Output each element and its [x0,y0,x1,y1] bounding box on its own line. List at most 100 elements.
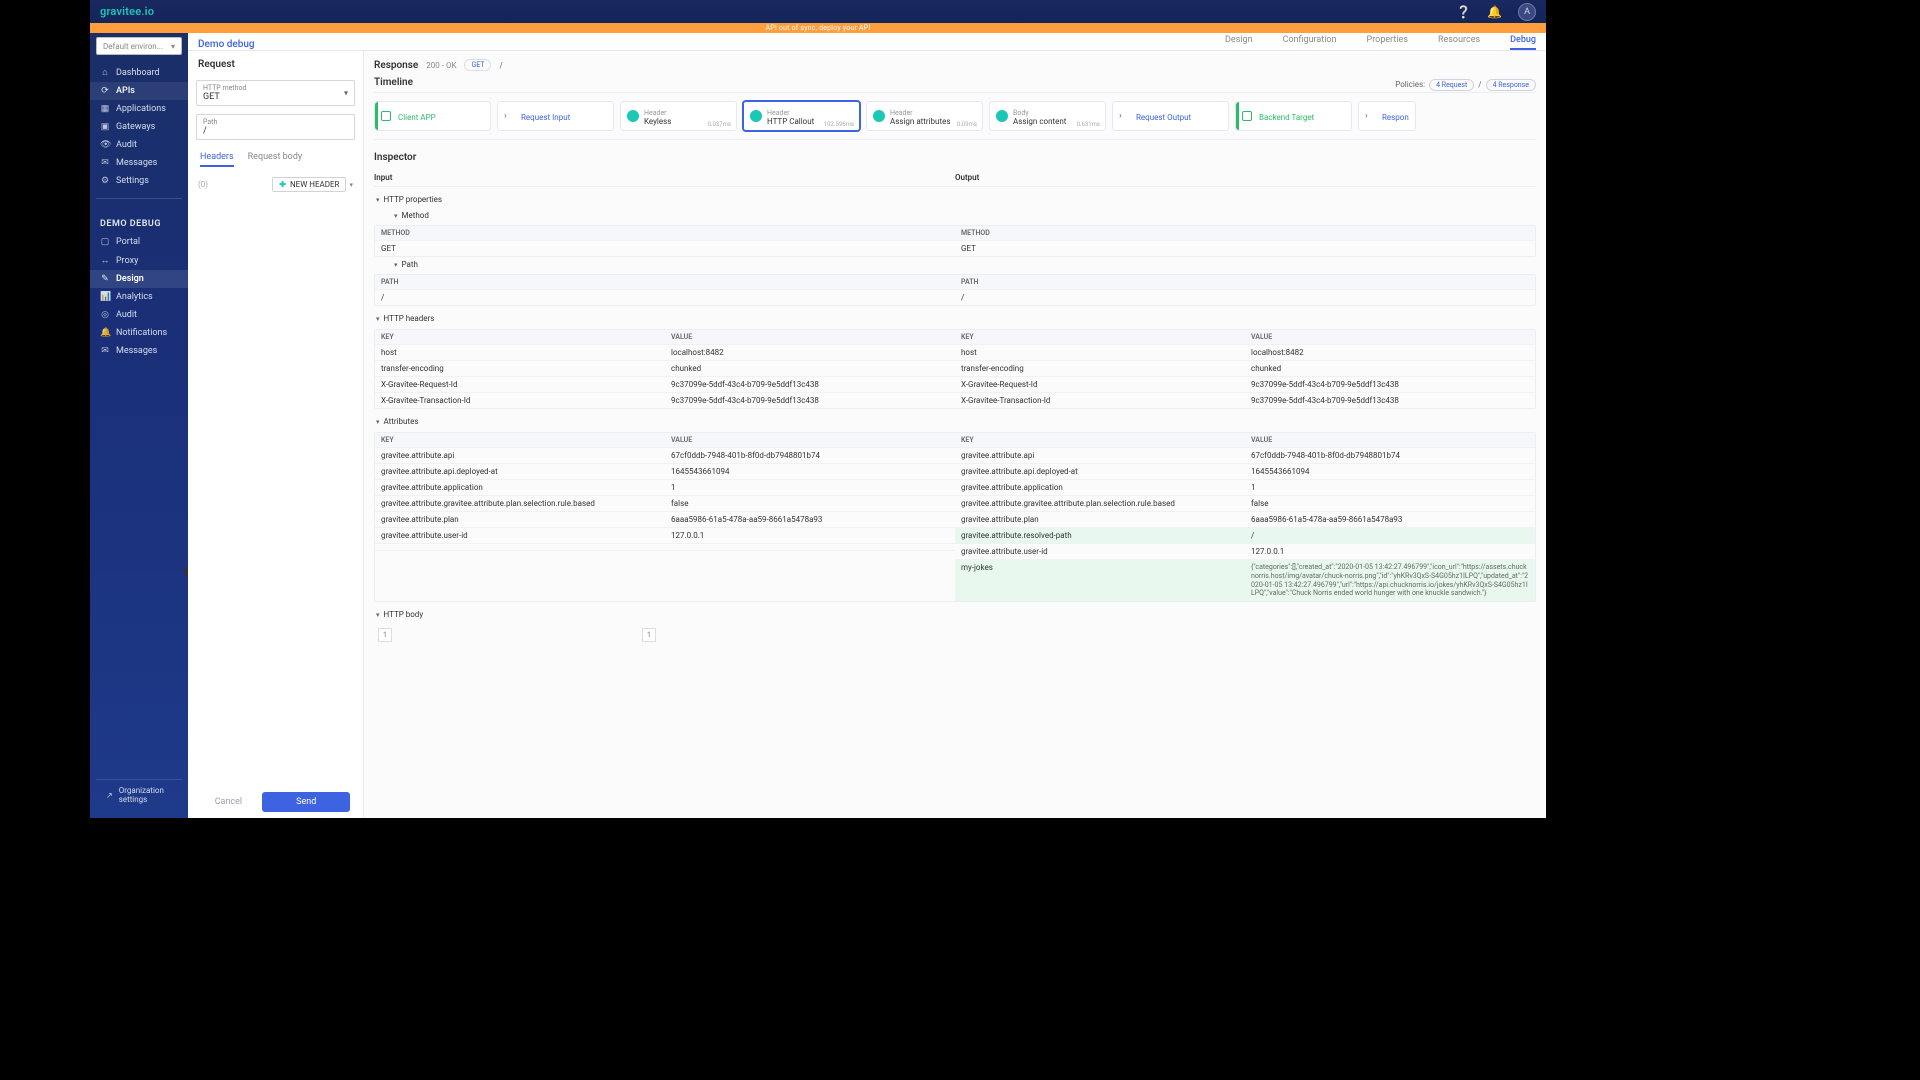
group-attributes[interactable]: Attributes [374,413,1536,430]
env-selector[interactable]: Default environ...▾ [96,37,182,55]
table-row: gravitee.attribute.api.deployed-at164554… [375,463,955,479]
organization-settings[interactable]: ↗Organization settings [96,779,182,810]
tab-debug[interactable]: Debug [1510,35,1536,50]
sidebar-section-label: DEMO DEBUG [90,207,188,233]
design-icon: ✎ [100,274,110,284]
policies-response-chip[interactable]: 4 Response [1486,79,1536,91]
sync-banner[interactable]: API out of sync, deploy your API [90,23,1546,33]
table-row: gravitee.attribute.resolved-path/ [955,527,1535,543]
send-button[interactable]: Send [262,792,350,812]
policies-summary: Policies: 4 Request / 4 Response [1395,79,1536,91]
table-row [375,550,955,557]
env-selector-label: Default environ... [103,42,163,51]
policy-dot-icon [996,110,1008,122]
sidebar-item-analytics[interactable]: 📊Analytics [90,288,188,306]
group-http-headers[interactable]: HTTP headers [374,310,1536,327]
sidebar-item-messages[interactable]: ✉Messages [90,154,188,172]
timeline-card[interactable]: ›Respon [1358,101,1416,131]
sidebar-item-dashboard[interactable]: ⌂Dashboard [90,63,188,82]
group-http-properties[interactable]: HTTP properties [374,191,1536,208]
sidebar-item-notifications[interactable]: 🔔Notifications [90,324,188,342]
message-icon: ✉ [100,346,110,356]
policy-dot-icon [750,110,762,122]
analytics-icon: 📊 [100,292,110,302]
timeline-card[interactable]: BodyAssign content0.631ms [989,101,1106,131]
path-input-value: / [375,290,955,305]
launch-icon: ↗ [106,791,113,800]
sidebar-item-proxy[interactable]: ↔Proxy [90,251,188,270]
sidebar-item-settings[interactable]: ⚙Settings [90,172,188,190]
bell-icon: 🔔 [100,328,110,338]
sidebar-item-audit2[interactable]: ◎Audit [90,306,188,324]
sidebar-item-gateways[interactable]: ▣Gateways [90,118,188,136]
brand-logo: gravitee.io [100,5,154,18]
tab-properties[interactable]: Properties [1367,35,1408,50]
timeline-card[interactable]: Backend Target [1235,101,1352,131]
timeline-card[interactable]: ›Request Input [497,101,614,131]
timeline-card[interactable]: ›Request Output [1112,101,1229,131]
table-row [375,543,955,550]
http-method-select[interactable]: HTTP method GET ▾ [196,80,355,106]
timeline-card[interactable]: Client APP [374,101,491,131]
timeline-card[interactable]: HeaderAssign attributes0.09ms [866,101,983,131]
table-row: hostlocalhost:8482 [955,344,1535,360]
sidebar-item-audit[interactable]: 👁Audit [90,136,188,154]
bell-icon[interactable]: 🔔 [1487,5,1502,19]
square-icon [1242,111,1252,121]
chevron-right-icon: › [504,111,507,121]
timeline-card[interactable]: HeaderKeyless0.037ms [620,101,737,131]
tab-resources[interactable]: Resources [1438,35,1480,50]
subtab-headers[interactable]: Headers [200,152,234,167]
table-row: X-Gravitee-Request-Id9c37099e-5ddf-43c4-… [375,376,955,392]
path-input[interactable]: Path / [196,114,355,140]
subgroup-path[interactable]: Path [374,257,1536,272]
method-input-value: GET [375,241,955,256]
cancel-button[interactable]: Cancel [201,792,256,812]
subtab-body[interactable]: Request body [248,152,303,167]
sidebar-item-apis[interactable]: ⟳APIs [90,82,188,100]
policies-request-chip[interactable]: 4 Request [1429,79,1474,91]
policy-dot-icon [627,110,639,122]
group-http-body[interactable]: HTTP body [374,606,1536,623]
table-row: gravitee.attribute.user-id127.0.0.1 [375,527,955,543]
timeline-title: Timeline [374,77,413,92]
subgroup-method[interactable]: Method [374,208,1536,223]
tab-configuration[interactable]: Configuration [1283,35,1337,50]
plus-icon: ✚ [279,180,286,189]
chevron-right-icon: › [1119,111,1122,121]
sidebar-item-messages2[interactable]: ✉Messages [90,342,188,360]
help-icon[interactable]: ❔ [1456,5,1471,19]
table-row: transfer-encodingchunked [955,360,1535,376]
table-row: gravitee.attribute.user-id127.0.0.1 [955,543,1535,559]
table-row: gravitee.attribute.application1 [375,479,955,495]
table-row: gravitee.attribute.gravitee.attribute.pl… [375,495,955,511]
chevron-down-icon: ▾ [344,89,348,98]
sidebar-item-applications[interactable]: ▦Applications [90,100,188,118]
body-output-badge: 1 [642,628,656,642]
sidebar-item-portal[interactable]: ▢Portal [90,233,188,251]
table-row: gravitee.attribute.plan6aaa5986-61a5-478… [955,511,1535,527]
input-column-header: Input [374,169,955,187]
avatar[interactable]: A [1518,3,1536,21]
table-row: gravitee.attribute.gravitee.attribute.pl… [955,495,1535,511]
eye-icon: 👁 [100,140,110,150]
table-row: gravitee.attribute.plan6aaa5986-61a5-478… [375,511,955,527]
chevron-down-icon[interactable]: ▾ [349,181,353,189]
table-row: X-Gravitee-Transaction-Id9c37099e-5ddf-4… [375,392,955,408]
tab-design[interactable]: Design [1225,35,1253,50]
timeline-card[interactable]: HeaderHTTP Callout102.596ms [743,101,860,131]
request-title: Request [188,51,363,74]
avatar-initial: A [1524,7,1530,17]
response-header: Response 200 - OK GET / [364,51,1546,75]
table-row: gravitee.attribute.api.deployed-at164554… [955,463,1535,479]
sidebar-item-design[interactable]: ✎Design [90,270,188,288]
breadcrumb[interactable]: Demo debug [198,39,255,50]
portal-icon: ▢ [100,237,110,247]
table-row: X-Gravitee-Request-Id9c37099e-5ddf-43c4-… [955,376,1535,392]
path-output-value: / [955,290,1535,305]
new-header-button[interactable]: ✚ NEW HEADER [272,177,346,192]
message-icon: ✉ [100,158,110,168]
response-method-chip: GET [464,59,491,71]
table-row: hostlocalhost:8482 [375,344,955,360]
sidebar: Default environ...▾ ⌂Dashboard ⟳APIs ▦Ap… [90,33,188,818]
